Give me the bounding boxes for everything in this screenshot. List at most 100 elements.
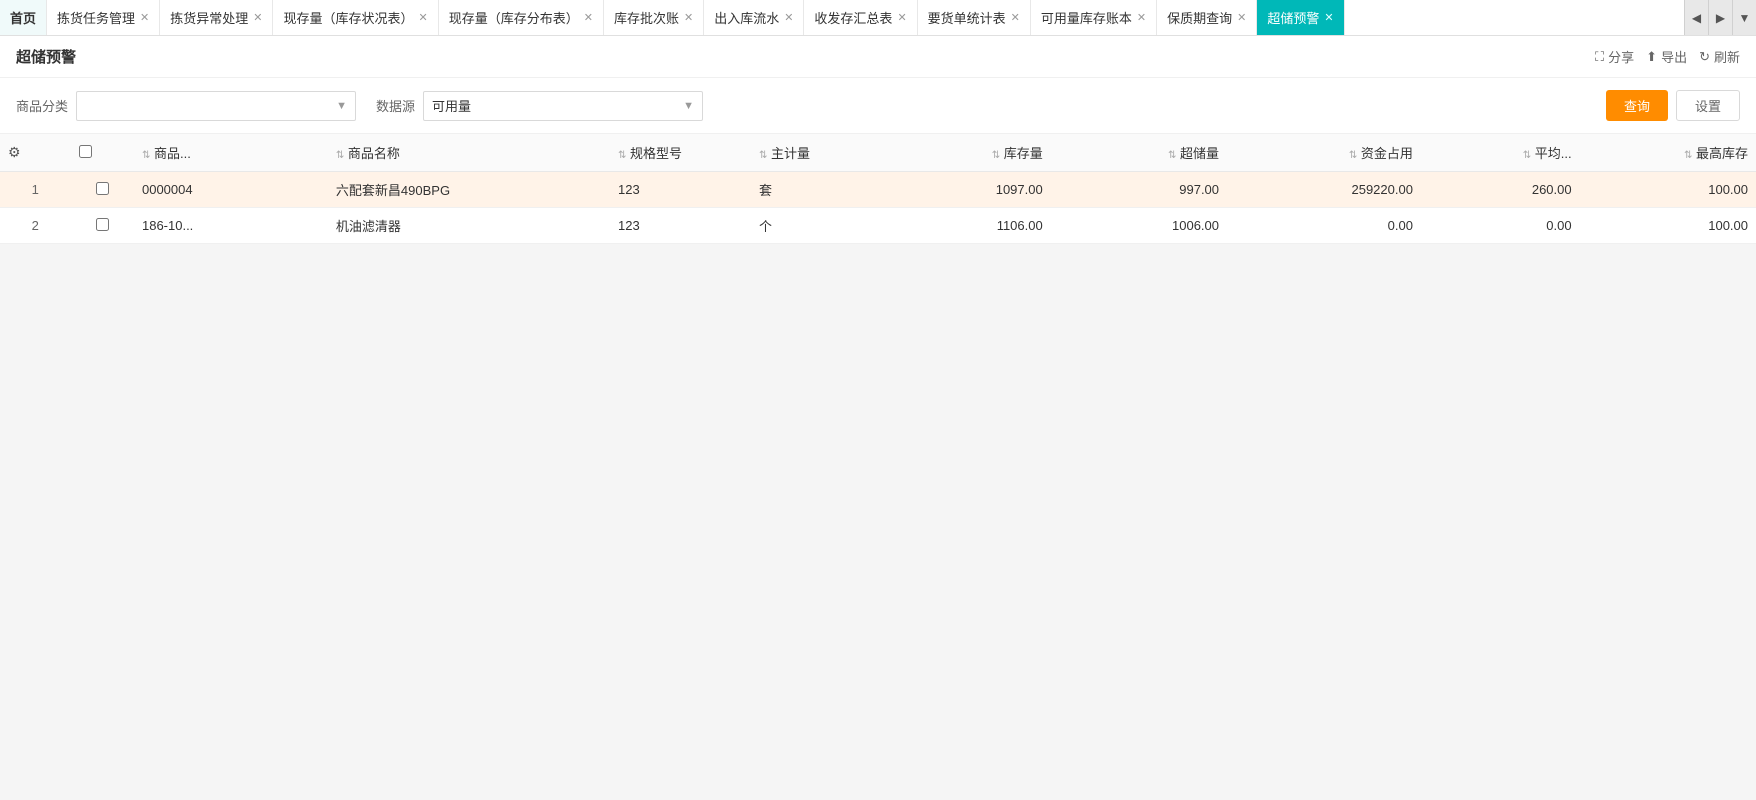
cell-code: 0000004 bbox=[134, 172, 328, 208]
sort-icon-stock: ⇅ bbox=[992, 150, 1000, 161]
datasource-filter-group: 数据源 可用量 ▼ bbox=[376, 91, 703, 121]
tab-label: 出入库流水 bbox=[714, 8, 779, 27]
share-icon: ⛶ bbox=[1595, 49, 1604, 65]
col-header-name[interactable]: ⇅ 商品名称 bbox=[328, 134, 610, 172]
tab-label: 超储预警 bbox=[1267, 8, 1319, 27]
tab-close-tab9[interactable]: ✕ bbox=[1137, 11, 1146, 24]
cell-maxstock: 100.00 bbox=[1580, 208, 1756, 244]
tab-label: 拣货异常处理 bbox=[170, 8, 248, 27]
tab-tab1[interactable]: 拣货任务管理 ✕ bbox=[47, 0, 160, 36]
tab-close-tab8[interactable]: ✕ bbox=[1011, 11, 1020, 24]
datasource-select-arrow: ▼ bbox=[683, 100, 694, 112]
page-content: 超储预警 ⛶ 分享 ⬆ 导出 ↻ 刷新 商品分类 ▼ 数据源 bbox=[0, 36, 1756, 244]
category-label: 商品分类 bbox=[16, 96, 68, 115]
tab-tab7[interactable]: 收发存汇总表 ✕ bbox=[804, 0, 917, 36]
sort-icon-unit: ⇅ bbox=[759, 150, 767, 161]
tab-label: 现存量（库存分布表） bbox=[449, 8, 579, 27]
tab-close-tab4[interactable]: ✕ bbox=[584, 11, 593, 24]
refresh-button[interactable]: ↻ 刷新 bbox=[1699, 47, 1740, 66]
table-row: 2 186-10... 机油滤清器 123 个 1106.00 1006.00 … bbox=[0, 208, 1756, 244]
cell-name: 机油滤清器 bbox=[328, 208, 610, 244]
tab-tab3[interactable]: 现存量（库存状况表） ✕ bbox=[273, 0, 438, 36]
page-header: 超储预警 ⛶ 分享 ⬆ 导出 ↻ 刷新 bbox=[0, 36, 1756, 78]
tab-tab11[interactable]: 超储预警 ✕ bbox=[1257, 0, 1344, 36]
sort-icon-over: ⇅ bbox=[1168, 150, 1176, 161]
tab-label: 可用量库存账本 bbox=[1041, 8, 1132, 27]
col-header-check[interactable] bbox=[71, 134, 134, 172]
filter-actions: 查询 设置 bbox=[1606, 90, 1740, 121]
cell-spec: 123 bbox=[610, 208, 751, 244]
tab-close-tab1[interactable]: ✕ bbox=[140, 11, 149, 24]
tab-label: 要货单统计表 bbox=[928, 8, 1006, 27]
table-container: ⚙ ⇅ 商品... ⇅ 商品名称 ⇅ 规格型号 bbox=[0, 134, 1756, 244]
col-header-avg[interactable]: ⇅ 平均... bbox=[1421, 134, 1580, 172]
tab-close-tab3[interactable]: ✕ bbox=[419, 11, 428, 24]
main-table: ⚙ ⇅ 商品... ⇅ 商品名称 ⇅ 规格型号 bbox=[0, 134, 1756, 244]
tab-tab8[interactable]: 要货单统计表 ✕ bbox=[918, 0, 1031, 36]
export-icon: ⬆ bbox=[1646, 49, 1657, 65]
col-header-maxstock[interactable]: ⇅ 最高库存 bbox=[1580, 134, 1756, 172]
nav-arrow-expand[interactable]: ▼ bbox=[1732, 0, 1756, 36]
category-select-arrow: ▼ bbox=[336, 100, 347, 112]
tab-tab6[interactable]: 出入库流水 ✕ bbox=[704, 0, 804, 36]
datasource-value: 可用量 bbox=[432, 96, 471, 115]
tab-home[interactable]: 首页 bbox=[0, 0, 47, 36]
col-header-unit[interactable]: ⇅ 主计量 bbox=[751, 134, 874, 172]
nav-arrow-left[interactable]: ◀ bbox=[1684, 0, 1708, 36]
cell-check[interactable] bbox=[71, 172, 134, 208]
datasource-select[interactable]: 可用量 ▼ bbox=[423, 91, 703, 121]
col-header-spec[interactable]: ⇅ 规格型号 bbox=[610, 134, 751, 172]
tab-label: 现存量（库存状况表） bbox=[283, 8, 413, 27]
cell-unit: 套 bbox=[751, 172, 874, 208]
category-filter-group: 商品分类 ▼ bbox=[16, 91, 356, 121]
col-header-over[interactable]: ⇅ 超储量 bbox=[1051, 134, 1227, 172]
tab-label: 库存批次账 bbox=[614, 8, 679, 27]
tab-tab2[interactable]: 拣货异常处理 ✕ bbox=[160, 0, 273, 36]
cell-index: 2 bbox=[0, 208, 71, 244]
tab-label: 拣货任务管理 bbox=[57, 8, 135, 27]
sort-icon-capital: ⇅ bbox=[1349, 150, 1357, 161]
cell-capital: 259220.00 bbox=[1227, 172, 1421, 208]
table-header-row: ⚙ ⇅ 商品... ⇅ 商品名称 ⇅ 规格型号 bbox=[0, 134, 1756, 172]
sort-icon-spec: ⇅ bbox=[618, 150, 626, 161]
cell-code: 186-10... bbox=[134, 208, 328, 244]
tab-tab9[interactable]: 可用量库存账本 ✕ bbox=[1031, 0, 1157, 36]
tab-label: 收发存汇总表 bbox=[814, 8, 892, 27]
table-row: 1 0000004 六配套新昌490BPG 123 套 1097.00 997.… bbox=[0, 172, 1756, 208]
query-button[interactable]: 查询 bbox=[1606, 90, 1668, 121]
header-actions: ⛶ 分享 ⬆ 导出 ↻ 刷新 bbox=[1595, 47, 1740, 66]
cell-check[interactable] bbox=[71, 208, 134, 244]
tab-close-tab5[interactable]: ✕ bbox=[684, 11, 693, 24]
sort-icon-maxstock: ⇅ bbox=[1684, 150, 1692, 161]
tab-tab4[interactable]: 现存量（库存分布表） ✕ bbox=[439, 0, 604, 36]
settings-button[interactable]: 设置 bbox=[1676, 90, 1740, 121]
tab-close-tab7[interactable]: ✕ bbox=[897, 11, 906, 24]
col-header-code[interactable]: ⇅ 商品... bbox=[134, 134, 328, 172]
tab-close-tab10[interactable]: ✕ bbox=[1237, 11, 1246, 24]
cell-capital: 0.00 bbox=[1227, 208, 1421, 244]
datasource-label: 数据源 bbox=[376, 96, 415, 115]
row-checkbox-0[interactable] bbox=[96, 182, 109, 195]
col-header-settings[interactable]: ⚙ bbox=[0, 134, 71, 172]
tab-close-tab6[interactable]: ✕ bbox=[784, 11, 793, 24]
sort-icon-code: ⇅ bbox=[142, 150, 150, 161]
tab-tab5[interactable]: 库存批次账 ✕ bbox=[604, 0, 704, 36]
tab-close-tab11[interactable]: ✕ bbox=[1324, 11, 1333, 24]
cell-spec: 123 bbox=[610, 172, 751, 208]
cell-name: 六配套新昌490BPG bbox=[328, 172, 610, 208]
row-checkbox-1[interactable] bbox=[96, 218, 109, 231]
nav-arrow-right[interactable]: ▶ bbox=[1708, 0, 1732, 36]
select-all-checkbox[interactable] bbox=[79, 145, 92, 158]
category-select[interactable]: ▼ bbox=[76, 91, 356, 121]
cell-stock: 1097.00 bbox=[874, 172, 1050, 208]
refresh-icon: ↻ bbox=[1699, 49, 1710, 65]
tab-close-tab2[interactable]: ✕ bbox=[253, 11, 262, 24]
tab-tab10[interactable]: 保质期查询✕ bbox=[1157, 0, 1257, 36]
col-header-capital[interactable]: ⇅ 资金占用 bbox=[1227, 134, 1421, 172]
cell-index: 1 bbox=[0, 172, 71, 208]
share-button[interactable]: ⛶ 分享 bbox=[1595, 47, 1634, 66]
col-header-stock[interactable]: ⇅ 库存量 bbox=[874, 134, 1050, 172]
filter-area: 商品分类 ▼ 数据源 可用量 ▼ 查询 设置 bbox=[0, 78, 1756, 134]
gear-icon: ⚙ bbox=[8, 144, 21, 160]
export-button[interactable]: ⬆ 导出 bbox=[1646, 47, 1687, 66]
